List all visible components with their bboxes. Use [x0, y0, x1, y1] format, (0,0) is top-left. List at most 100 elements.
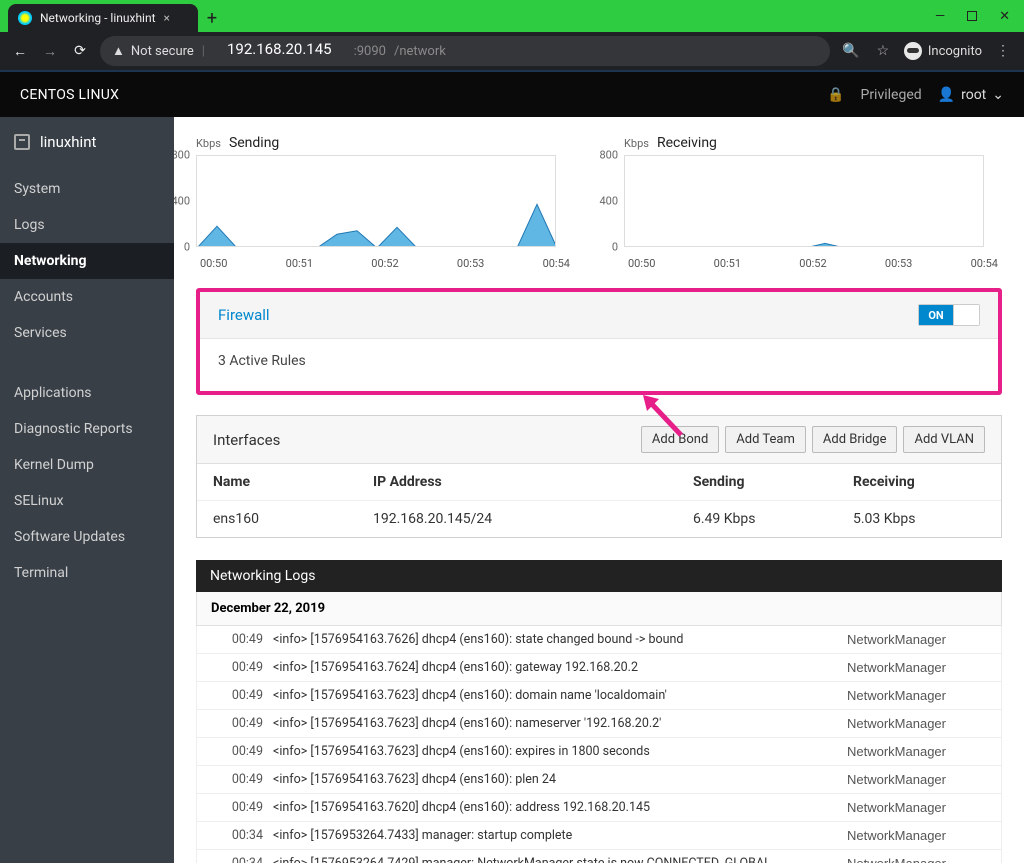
sidebar-hostname: linuxhint	[40, 133, 96, 151]
toggle-knob	[953, 305, 979, 325]
server-icon	[14, 134, 30, 150]
log-message: <info> [1576953264.7429] manager: Networ…	[263, 856, 847, 863]
chart-unit: Kbps	[624, 137, 649, 150]
site-favicon	[18, 11, 32, 25]
log-source: NetworkManager	[847, 800, 987, 815]
zoom-icon[interactable]: 🔍	[840, 43, 862, 59]
sidebar-item-applications[interactable]: Applications	[0, 375, 174, 411]
close-window-button[interactable]: ✕	[999, 9, 1010, 24]
sidebar-host[interactable]: linuxhint	[0, 117, 174, 171]
x-tick: 00:51	[714, 257, 741, 270]
firewall-toggle[interactable]: ON	[918, 304, 980, 326]
if-ip: 192.168.20.145/24	[373, 511, 693, 527]
tab-close-icon[interactable]: ×	[164, 11, 170, 25]
brand: CENTOS LINUX	[20, 87, 119, 103]
x-tick: 00:50	[628, 257, 655, 270]
log-source: NetworkManager	[847, 660, 987, 675]
firewall-panel: Firewall ON 3 Active Rules	[196, 288, 1002, 395]
log-source: NetworkManager	[847, 856, 987, 863]
url-host: 192.168.20.145	[213, 24, 346, 78]
log-message: <info> [1576954163.7626] dhcp4 (ens160):…	[263, 632, 847, 647]
sidebar-item-networking[interactable]: Networking	[0, 243, 174, 279]
user-menu[interactable]: 👤 root ⌄	[938, 87, 1004, 103]
x-tick: 00:53	[457, 257, 484, 270]
interfaces-panel: Interfaces Add BondAdd TeamAdd BridgeAdd…	[196, 415, 1002, 538]
y-tick: 400	[599, 195, 618, 208]
user-name: root	[961, 87, 986, 103]
minimize-button[interactable]: —	[935, 9, 945, 24]
if-name: ens160	[213, 511, 373, 527]
log-entry[interactable]: 00:49<info> [1576954163.7626] dhcp4 (ens…	[196, 626, 1002, 654]
if-sending: 6.49 Kbps	[693, 511, 853, 527]
logs-title: Networking Logs	[196, 560, 1002, 592]
y-tick: 0	[184, 241, 190, 254]
log-entry[interactable]: 00:49<info> [1576954163.7624] dhcp4 (ens…	[196, 654, 1002, 682]
receiving-chart: Kbps Receiving 8004000 00:5000:5100:5200…	[624, 135, 1002, 270]
sidebar-item-logs[interactable]: Logs	[0, 207, 174, 243]
browser-menu-icon[interactable]: ⋮	[992, 43, 1014, 59]
interface-row[interactable]: ens160192.168.20.145/246.49 Kbps5.03 Kbp…	[197, 500, 1001, 537]
col-receiving: Receiving	[853, 474, 985, 490]
y-tick: 0	[612, 241, 618, 254]
privileged-label: Privileged	[860, 87, 921, 103]
sending-plot	[196, 155, 556, 247]
browser-tab[interactable]: Networking - linuxhint ×	[8, 4, 198, 32]
firewall-link[interactable]: Firewall	[218, 306, 270, 324]
logs-date: December 22, 2019	[196, 592, 1002, 626]
x-tick: 00:53	[885, 257, 912, 270]
sending-title: Sending	[229, 135, 279, 151]
receiving-title: Receiving	[657, 135, 717, 151]
x-tick: 00:52	[371, 257, 398, 270]
sidebar-item-system[interactable]: System	[0, 171, 174, 207]
sidebar-item-kernel-dump[interactable]: Kernel Dump	[0, 447, 174, 483]
lock-icon: 🔒	[827, 87, 844, 103]
sidebar: linuxhint SystemLogsNetworkingAccountsSe…	[0, 117, 174, 863]
log-entry[interactable]: 00:49<info> [1576954163.7623] dhcp4 (ens…	[196, 738, 1002, 766]
not-secure-icon: ▲	[112, 43, 125, 59]
col-ip: IP Address	[373, 474, 693, 490]
log-entry[interactable]: 00:34<info> [1576953264.7429] manager: N…	[196, 850, 1002, 863]
reload-button[interactable]: ⟳	[70, 43, 90, 59]
main-content: Kbps Sending 8004000 00:5000:5100:5200:5…	[174, 117, 1024, 863]
log-message: <info> [1576954163.7623] dhcp4 (ens160):…	[263, 688, 847, 703]
address-bar[interactable]: ▲ Not secure | 192.168.20.145:9090/netwo…	[100, 36, 830, 66]
x-tick: 00:54	[543, 257, 570, 270]
x-tick: 00:54	[971, 257, 998, 270]
sidebar-item-terminal[interactable]: Terminal	[0, 555, 174, 591]
log-time: 00:49	[211, 772, 263, 787]
add-bridge-button[interactable]: Add Bridge	[812, 426, 898, 453]
bookmark-icon[interactable]: ☆	[872, 43, 894, 59]
toggle-on-label: ON	[919, 305, 953, 325]
incognito-label: Incognito	[928, 44, 982, 59]
log-entry[interactable]: 00:49<info> [1576954163.7623] dhcp4 (ens…	[196, 710, 1002, 738]
add-team-button[interactable]: Add Team	[725, 426, 806, 453]
log-time: 00:49	[211, 800, 263, 815]
tab-title: Networking - linuxhint	[40, 11, 156, 25]
col-name: Name	[213, 474, 373, 490]
sidebar-item-accounts[interactable]: Accounts	[0, 279, 174, 315]
log-message: <info> [1576954163.7623] dhcp4 (ens160):…	[263, 772, 847, 787]
maximize-button[interactable]	[967, 11, 977, 21]
x-tick: 00:52	[799, 257, 826, 270]
back-button[interactable]: ←	[10, 43, 30, 60]
log-message: <info> [1576953264.7433] manager: startu…	[263, 828, 847, 843]
log-entry[interactable]: 00:49<info> [1576954163.7623] dhcp4 (ens…	[196, 766, 1002, 794]
chart-unit: Kbps	[196, 137, 221, 150]
log-entry[interactable]: 00:49<info> [1576954163.7623] dhcp4 (ens…	[196, 682, 1002, 710]
user-icon: 👤	[938, 87, 955, 103]
add-vlan-button[interactable]: Add VLAN	[903, 426, 985, 453]
incognito-icon	[904, 42, 922, 60]
log-time: 00:49	[211, 660, 263, 675]
sending-chart: Kbps Sending 8004000 00:5000:5100:5200:5…	[196, 135, 574, 270]
forward-button[interactable]: →	[40, 43, 60, 60]
y-tick: 400	[174, 195, 190, 208]
log-entry[interactable]: 00:49<info> [1576954163.7620] dhcp4 (ens…	[196, 794, 1002, 822]
incognito-indicator[interactable]: Incognito	[904, 42, 982, 60]
log-entry[interactable]: 00:34<info> [1576953264.7433] manager: s…	[196, 822, 1002, 850]
sidebar-item-software-updates[interactable]: Software Updates	[0, 519, 174, 555]
chevron-down-icon: ⌄	[992, 87, 1004, 103]
sidebar-item-diagnostic-reports[interactable]: Diagnostic Reports	[0, 411, 174, 447]
firewall-rules-text: 3 Active Rules	[200, 339, 998, 391]
sidebar-item-services[interactable]: Services	[0, 315, 174, 351]
sidebar-item-selinux[interactable]: SELinux	[0, 483, 174, 519]
